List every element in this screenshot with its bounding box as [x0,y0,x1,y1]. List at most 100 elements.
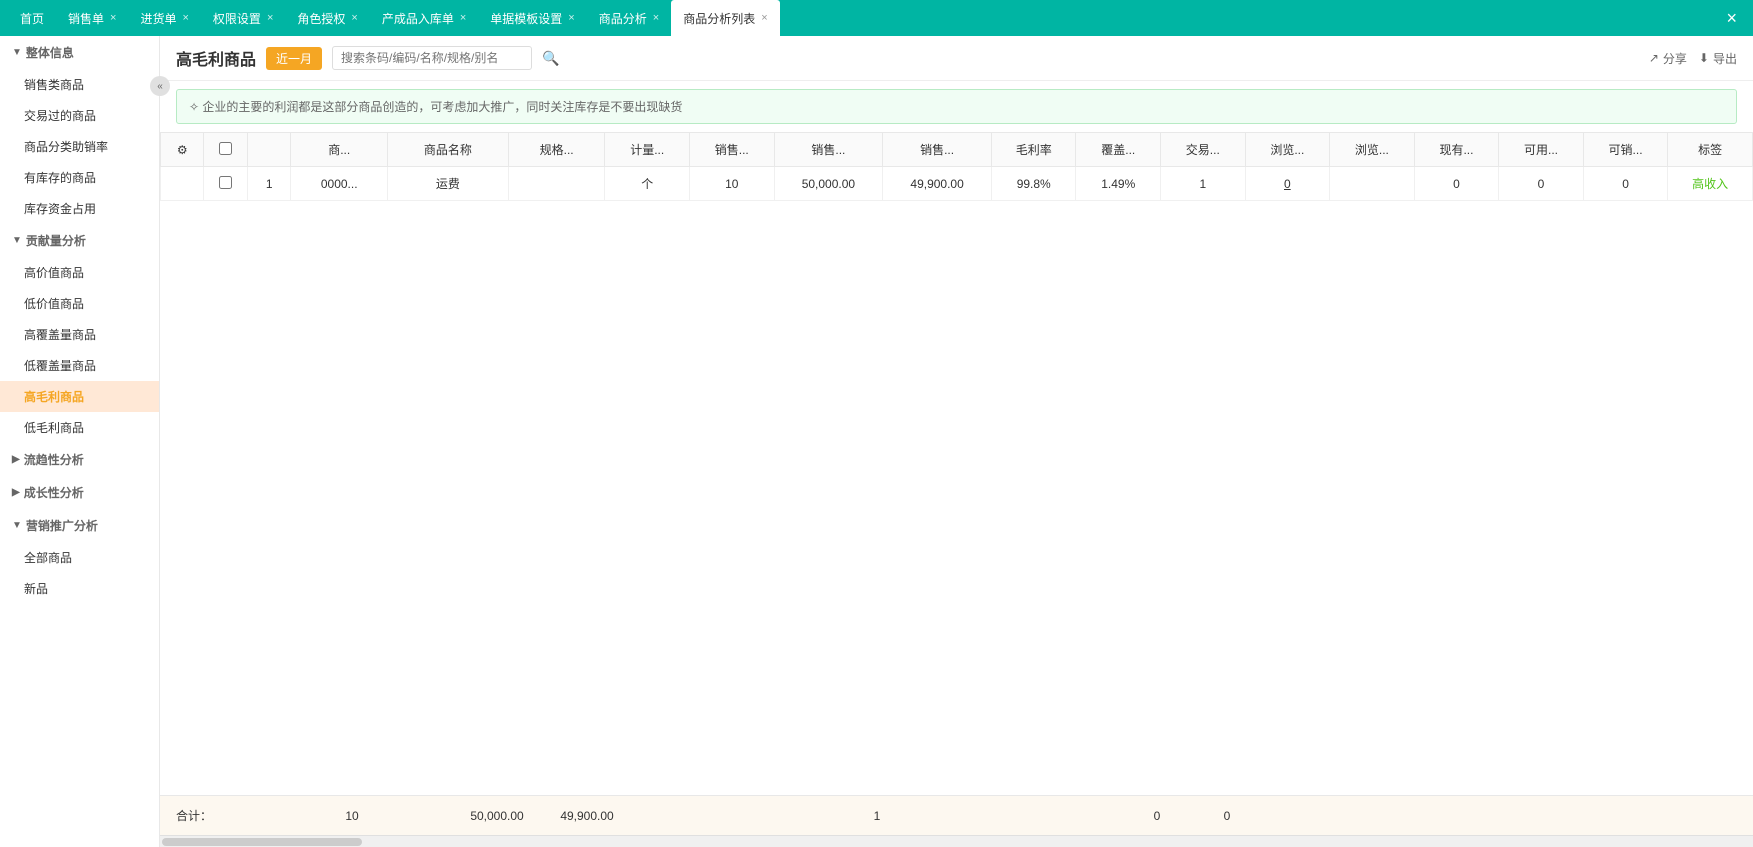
arrow-down-icon-2: ▼ [12,235,22,246]
footer-avail: 0 [1192,809,1262,823]
content-header: 高毛利商品 近一月 🔍 ↗ 分享 ⬇ 导出 [160,36,1753,81]
col-header-no [247,133,290,167]
cell-spec [508,167,605,201]
sidebar-item-low-value[interactable]: 低价值商品 [0,288,159,319]
sidebar-item-stock-capital[interactable]: 库存资金占用 [0,193,159,224]
col-header-pv2: 浏览... [1330,133,1415,167]
col-header-pv1: 浏览... [1245,133,1330,167]
col-header-sales-amt: 销售... [774,133,883,167]
filter-month-button[interactable]: 近一月 [266,47,322,70]
cell-sellable: 0 [1583,167,1668,201]
sidebar-item-sales-goods[interactable]: 销售类商品 [0,69,159,100]
sidebar-group-marketing[interactable]: ▼ 营销推广分析 [0,509,159,542]
col-header-unit: 计量... [605,133,690,167]
col-header-tag: 标签 [1668,133,1753,167]
cell-gross-rate: 99.8% [991,167,1076,201]
col-header-settings[interactable]: ⚙ [161,133,204,167]
sidebar-group-growth[interactable]: ▶ 成长性分析 [0,476,159,509]
tip-text: ✧ 企业的主要的利润都是这部分商品创造的，可考虑加大推广，同时关注库存是不要出现… [189,98,682,115]
col-header-sales-cost: 销售... [883,133,992,167]
horizontal-scrollbar[interactable] [160,835,1753,847]
nav-sales-order[interactable]: 销售单 × [56,0,128,36]
sidebar-wrapper: ▼ 整体信息 销售类商品 交易过的商品 商品分类助销率 有库存的商品 库存资金占… [0,36,160,847]
search-input[interactable] [332,46,532,70]
col-header-trade-days: 交易... [1161,133,1246,167]
footer-spacer2 [912,809,1122,823]
nav-product-analysis[interactable]: 商品分析 × [587,0,671,36]
tip-bar: ✧ 企业的主要的利润都是这部分商品创造的，可考虑加大推广，同时关注库存是不要出现… [176,89,1737,124]
sidebar-item-category-rate[interactable]: 商品分类助销率 [0,131,159,162]
nav-finished-goods[interactable]: 产成品入库单 × [370,0,478,36]
col-header-checkbox[interactable] [204,133,247,167]
cell-pv2 [1330,167,1415,201]
select-all-checkbox[interactable] [219,142,232,155]
sidebar-group-overview[interactable]: ▼ 整体信息 [0,36,159,69]
arrow-down-icon-3: ▼ [12,520,22,531]
data-table-container[interactable]: ⚙ 商... 商品名称 规格... 计量... [160,132,1753,795]
main-area: ▼ 整体信息 销售类商品 交易过的商品 商品分类助销率 有库存的商品 库存资金占… [0,36,1753,847]
arrow-down-icon: ▼ [12,47,22,58]
footer-label: 合计： [176,807,212,824]
close-sales-order[interactable]: × [110,12,116,24]
nav-permissions[interactable]: 权限设置 × [201,0,285,36]
arrow-right-icon: ▶ [12,454,20,465]
search-button[interactable]: 🔍 [542,50,559,67]
nav-product-analysis-list[interactable]: 商品分析列表 × [671,0,779,36]
cell-pv1[interactable]: 0 [1245,167,1330,201]
sidebar-item-in-stock[interactable]: 有库存的商品 [0,162,159,193]
share-icon: ↗ [1649,51,1659,65]
cell-no: 1 [247,167,290,201]
close-permissions[interactable]: × [267,12,273,24]
cell-avail: 0 [1499,167,1584,201]
col-header-name: 商品名称 [388,133,509,167]
cell-trade-days: 1 [1161,167,1246,201]
content-area: 高毛利商品 近一月 🔍 ↗ 分享 ⬇ 导出 ✧ 企业的主要的利润都是这部分商品创… [160,36,1753,847]
sidebar-item-all-goods[interactable]: 全部商品 [0,542,159,573]
col-header-avail: 可用... [1499,133,1584,167]
col-header-sales-qty: 销售... [689,133,774,167]
close-purchase[interactable]: × [182,12,188,24]
footer-sales-qty: 10 [252,809,452,823]
arrow-right-icon-2: ▶ [12,487,20,498]
cell-sku: 0000... [291,167,388,201]
col-header-spec: 规格... [508,133,605,167]
share-button[interactable]: ↗ 分享 [1649,50,1687,67]
footer-values: 10 50,000.00 49,900.00 1 0 0 [252,809,1262,823]
window-close-button[interactable]: × [1718,8,1745,29]
col-header-gross-rate: 毛利率 [991,133,1076,167]
nav-roles[interactable]: 角色授权 × [285,0,369,36]
cell-sales-qty: 10 [689,167,774,201]
sidebar-item-traded-goods[interactable]: 交易过的商品 [0,100,159,131]
export-button[interactable]: ⬇ 导出 [1699,50,1737,67]
sidebar-group-contribution[interactable]: ▼ 贡献量分析 [0,224,159,257]
close-finished-goods[interactable]: × [460,12,466,24]
nav-purchase[interactable]: 进货单 × [128,0,200,36]
nav-template[interactable]: 单据模板设置 × [478,0,586,36]
export-icon: ⬇ [1699,51,1709,65]
footer-trade-days: 1 [842,809,912,823]
cell-sales-cost: 49,900.00 [883,167,992,201]
footer-stock: 0 [1122,809,1192,823]
close-product-analysis[interactable]: × [653,12,659,24]
table-row: 1 0000... 运费 个 10 50,000.00 49,900.00 99… [161,167,1753,201]
close-product-analysis-list[interactable]: × [761,12,767,24]
col-header-sku: 商... [291,133,388,167]
footer-totals: 合计： 10 50,000.00 49,900.00 1 0 0 [160,795,1753,835]
close-template[interactable]: × [568,12,574,24]
row-checkbox[interactable] [219,176,232,189]
nav-home[interactable]: 首页 [8,0,56,36]
cell-checkbox[interactable] [204,167,247,201]
scrollbar-thumb[interactable] [162,838,362,846]
sidebar-group-trend[interactable]: ▶ 流趋性分析 [0,443,159,476]
col-header-sellable: 可销... [1583,133,1668,167]
cell-settings [161,167,204,201]
sidebar-collapse-button[interactable]: « [150,76,170,96]
sidebar-item-high-value[interactable]: 高价值商品 [0,257,159,288]
sidebar-item-new-goods[interactable]: 新品 [0,573,159,604]
sidebar-item-high-coverage[interactable]: 高覆盖量商品 [0,319,159,350]
sidebar-item-low-coverage[interactable]: 低覆盖量商品 [0,350,159,381]
close-roles[interactable]: × [351,12,357,24]
cell-name: 运费 [388,167,509,201]
sidebar-item-high-margin[interactable]: 高毛利商品 [0,381,159,412]
sidebar-item-low-margin[interactable]: 低毛利商品 [0,412,159,443]
